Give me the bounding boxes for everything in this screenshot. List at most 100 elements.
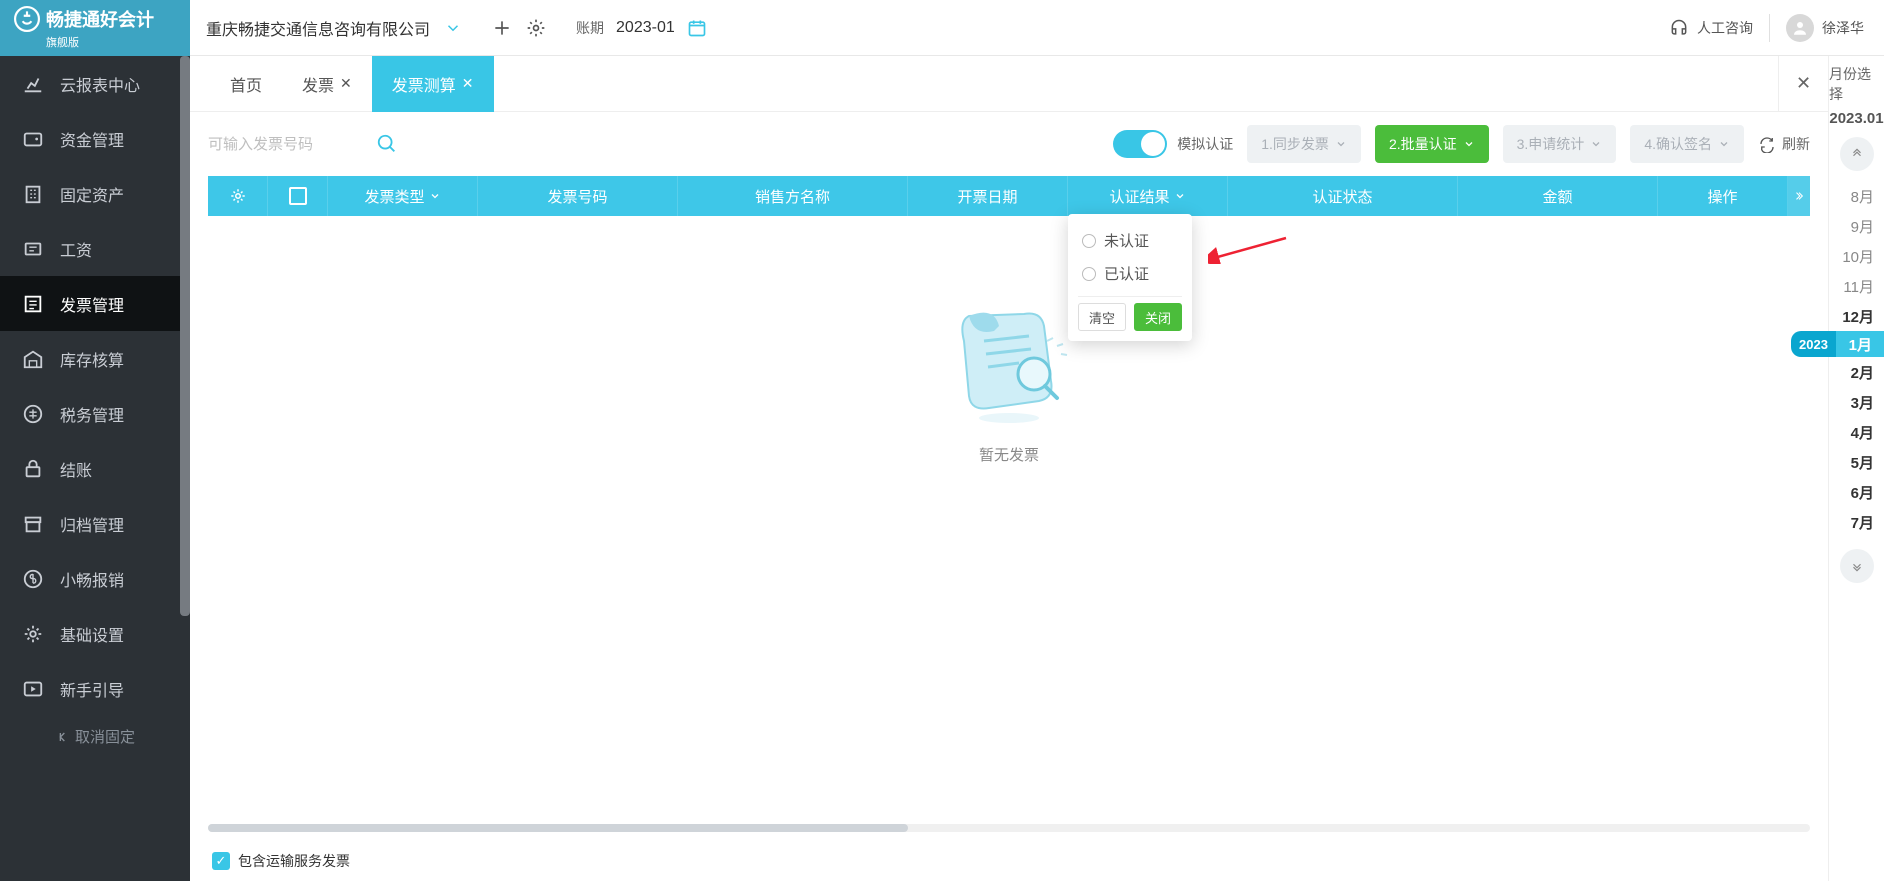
sidebar-item-close[interactable]: 结账 — [0, 441, 190, 496]
logo-area: 畅捷通好会计 旗舰版 — [0, 0, 190, 56]
toggle-label: 模拟认证 — [1177, 134, 1233, 154]
th-label: 开票日期 — [957, 186, 1017, 207]
close-all-tabs[interactable]: ✕ — [1778, 56, 1828, 112]
sidebar-item-report[interactable]: 云报表中心 — [0, 56, 190, 111]
th-scroll-right[interactable] — [1788, 176, 1810, 216]
month-label: 7月 — [1851, 512, 1874, 533]
search-icon[interactable] — [376, 133, 398, 155]
th-type[interactable]: 发票类型 — [328, 176, 478, 216]
wallet-icon — [22, 128, 44, 150]
filter-close-button[interactable]: 关闭 — [1134, 303, 1182, 331]
refresh-button[interactable]: 刷新 — [1758, 134, 1810, 154]
calendar-icon[interactable] — [687, 18, 707, 38]
settings-icon[interactable] — [526, 18, 546, 38]
user-menu[interactable]: 徐泽华 — [1769, 14, 1864, 42]
sidebar-item-salary[interactable]: 工资 — [0, 221, 190, 276]
month-item[interactable]: 5月 — [1829, 447, 1884, 477]
month-label: 11月 — [1843, 276, 1874, 297]
filter-clear-button[interactable]: 清空 — [1078, 303, 1126, 331]
step-batch-button[interactable]: 2.批量认证 — [1375, 125, 1489, 163]
radio-icon — [1082, 234, 1096, 248]
include-transport-label: 包含运输服务发票 — [238, 851, 350, 871]
logo-text: 畅捷通好会计 — [46, 6, 154, 32]
tab-home[interactable]: 首页 — [210, 56, 282, 112]
sidebar-item-label: 结账 — [60, 457, 92, 481]
annotation-arrow — [1208, 234, 1288, 264]
chevron-down-icon — [1590, 138, 1602, 150]
month-item-active[interactable]: 2023 1月 — [1817, 331, 1884, 357]
headset-icon — [1669, 18, 1689, 38]
month-scroll-up[interactable] — [1840, 137, 1874, 171]
month-item[interactable]: 9月 — [1829, 211, 1884, 241]
month-label: 2月 — [1851, 362, 1874, 383]
radio-icon — [1082, 267, 1096, 281]
tax-icon — [22, 403, 44, 425]
search-input[interactable] — [208, 136, 368, 153]
month-item[interactable]: 4月 — [1829, 417, 1884, 447]
close-icon[interactable]: ✕ — [462, 75, 474, 92]
sidebar-item-label: 发票管理 — [60, 292, 124, 316]
empty-text: 暂无发票 — [979, 444, 1039, 465]
sidebar-item-label: 归档管理 — [60, 512, 124, 536]
building-icon — [22, 183, 44, 205]
month-item[interactable]: 12月 — [1829, 301, 1884, 331]
header-right: 人工咨询 徐泽华 — [1669, 14, 1884, 42]
tab-invoice-calc[interactable]: 发票测算✕ — [372, 56, 494, 112]
step-sync-button[interactable]: 1.同步发票 — [1247, 125, 1361, 163]
month-label: 12月 — [1842, 306, 1874, 327]
th-settings[interactable] — [208, 176, 268, 216]
month-item[interactable]: 7月 — [1829, 507, 1884, 537]
sidebar-item-invoice[interactable]: 发票管理 — [0, 276, 190, 331]
close-icon[interactable]: ✕ — [340, 75, 352, 92]
horizontal-scrollbar[interactable] — [208, 821, 1810, 835]
th-status: 认证状态 — [1228, 176, 1458, 216]
company-dropdown-icon[interactable] — [444, 19, 462, 37]
th-number: 发票号码 — [478, 176, 678, 216]
sidebar-item-label: 小畅报销 — [60, 567, 124, 591]
sidebar-item-label: 资金管理 — [60, 127, 124, 151]
month-item[interactable]: 3月 — [1829, 387, 1884, 417]
sidebar-item-guide[interactable]: 新手引导 — [0, 661, 190, 716]
step-stat-button[interactable]: 3.申请统计 — [1503, 125, 1617, 163]
month-item[interactable]: 11月 — [1829, 271, 1884, 301]
sidebar-item-label: 新手引导 — [60, 677, 124, 701]
unfix-button[interactable]: 取消固定 — [0, 716, 190, 757]
option-label: 未认证 — [1104, 230, 1149, 251]
period-value: 2023-01 — [616, 19, 675, 37]
simulate-toggle[interactable] — [1113, 130, 1167, 158]
sidebar-item-reimburse[interactable]: 小畅报销 — [0, 551, 190, 606]
step-sign-button[interactable]: 4.确认签名 — [1630, 125, 1744, 163]
month-item[interactable]: 10月 — [1829, 241, 1884, 271]
month-item[interactable]: 8月 — [1829, 181, 1884, 211]
result-filter-popover: 未认证 已认证 清空 关闭 — [1068, 214, 1192, 341]
filter-option-unverified[interactable]: 未认证 — [1068, 224, 1192, 257]
filter-option-verified[interactable]: 已认证 — [1068, 257, 1192, 290]
month-item[interactable]: 2月 — [1829, 357, 1884, 387]
th-label: 销售方名称 — [755, 186, 830, 207]
avatar-icon — [1786, 14, 1814, 42]
add-icon[interactable] — [492, 18, 512, 38]
sidebar-item-funds[interactable]: 资金管理 — [0, 111, 190, 166]
th-label: 认证结果 — [1109, 186, 1169, 207]
sidebar-item-tax[interactable]: 税务管理 — [0, 386, 190, 441]
sidebar-item-inventory[interactable]: 库存核算 — [0, 331, 190, 386]
empty-illustration — [939, 296, 1079, 426]
sidebar-item-assets[interactable]: 固定资产 — [0, 166, 190, 221]
month-scroll-down[interactable] — [1840, 549, 1874, 583]
th-op: 操作 — [1658, 176, 1788, 216]
sidebar-item-label: 云报表中心 — [60, 72, 140, 96]
tab-label: 发票 — [302, 72, 334, 96]
gear-icon — [229, 187, 247, 205]
sidebar-item-label: 库存核算 — [60, 347, 124, 371]
include-transport-checkbox[interactable]: ✓ — [212, 852, 230, 870]
sidebar-scrollbar[interactable] — [180, 56, 190, 616]
sidebar-item-archive[interactable]: 归档管理 — [0, 496, 190, 551]
consult-button[interactable]: 人工咨询 — [1669, 18, 1753, 38]
tab-invoice[interactable]: 发票 ✕ — [282, 56, 372, 112]
chevron-down-icon — [429, 190, 441, 202]
sidebar-item-settings[interactable]: 基础设置 — [0, 606, 190, 661]
header-left: 重庆畅捷交通信息咨询有限公司 账期 2023-01 — [190, 16, 707, 40]
month-item[interactable]: 6月 — [1829, 477, 1884, 507]
th-result[interactable]: 认证结果 未认证 已认证 清空 关闭 — [1068, 176, 1228, 216]
th-checkbox[interactable] — [268, 176, 328, 216]
